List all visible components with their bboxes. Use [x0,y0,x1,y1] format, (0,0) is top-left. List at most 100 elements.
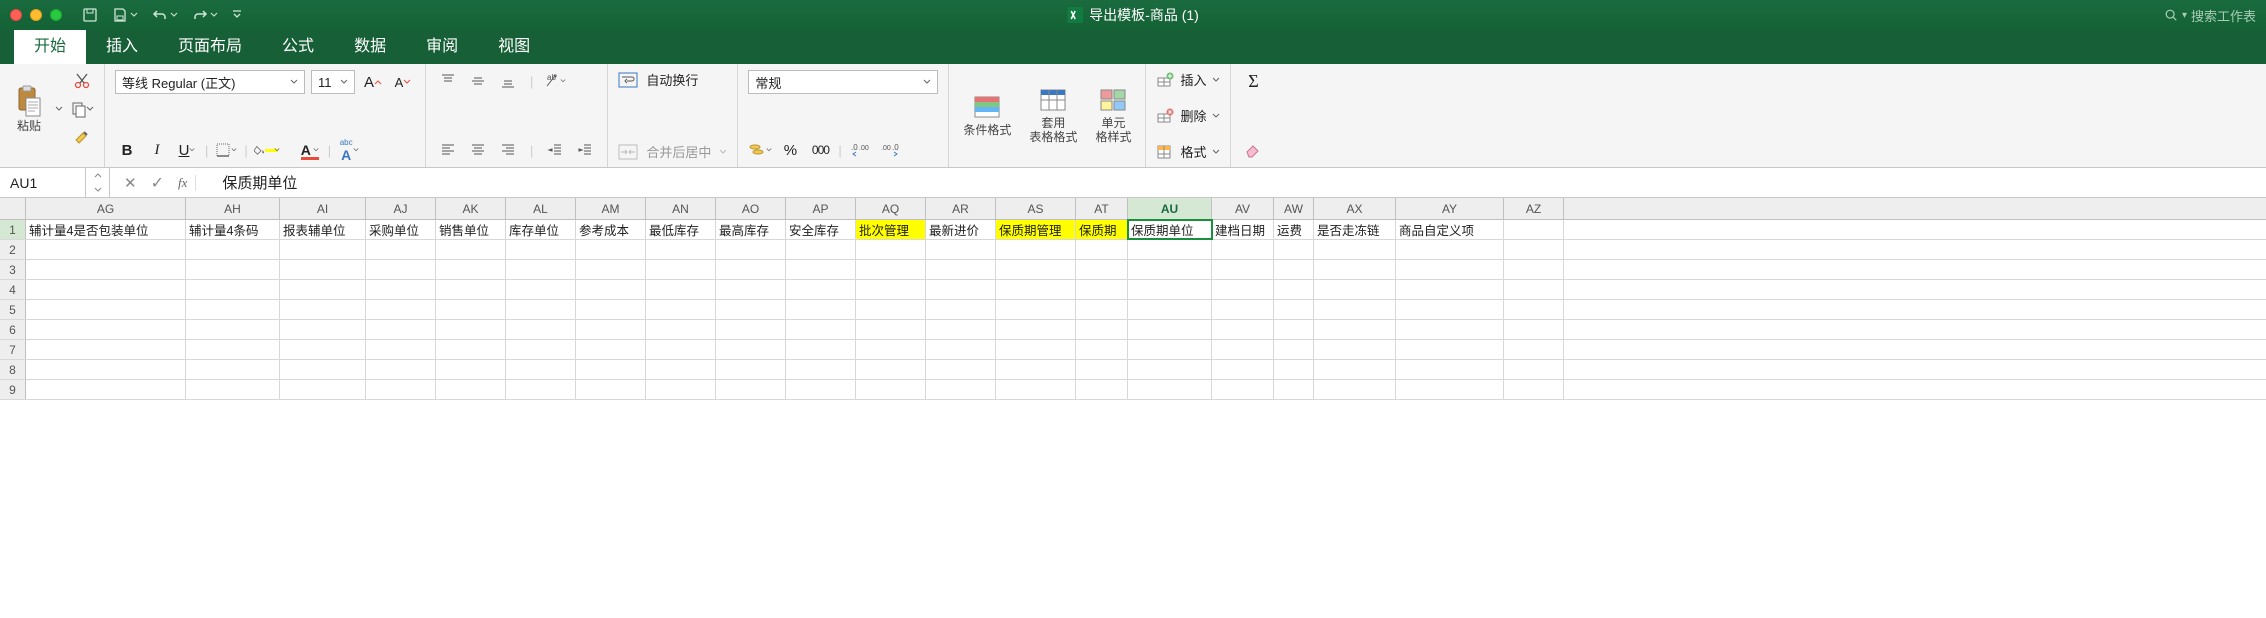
cell-AU4[interactable] [1128,280,1212,299]
cell-AG1[interactable]: 辅计量4是否包装单位 [26,220,186,239]
column-header-AQ[interactable]: AQ [856,198,926,219]
cell-AH7[interactable] [186,340,280,359]
cell-AH6[interactable] [186,320,280,339]
cell-AV1[interactable]: 建档日期 [1212,220,1274,239]
cell-AX7[interactable] [1314,340,1396,359]
cell-AL4[interactable] [506,280,576,299]
column-header-AI[interactable]: AI [280,198,366,219]
cell-AV2[interactable] [1212,240,1274,259]
cell-AQ3[interactable] [856,260,926,279]
autosum-button[interactable]: Σ [1241,70,1265,92]
cell-AP6[interactable] [786,320,856,339]
comma-button[interactable]: 000 [808,139,832,161]
cell-AN2[interactable] [646,240,716,259]
cell-AT7[interactable] [1076,340,1128,359]
column-header-AO[interactable]: AO [716,198,786,219]
column-header-AR[interactable]: AR [926,198,996,219]
row-header-5[interactable]: 5 [0,300,26,319]
cell-AL8[interactable] [506,360,576,379]
cell-AJ3[interactable] [366,260,436,279]
cell-AL1[interactable]: 库存单位 [506,220,576,239]
cell-AO3[interactable] [716,260,786,279]
cell-AO5[interactable] [716,300,786,319]
cell-AU7[interactable] [1128,340,1212,359]
cell-AJ9[interactable] [366,380,436,399]
cell-AN3[interactable] [646,260,716,279]
cell-AM3[interactable] [576,260,646,279]
cell-AK4[interactable] [436,280,506,299]
cell-AS4[interactable] [996,280,1076,299]
cell-AW5[interactable] [1274,300,1314,319]
cell-AT3[interactable] [1076,260,1128,279]
cell-AO1[interactable]: 最高库存 [716,220,786,239]
align-left-button[interactable] [436,139,460,161]
column-header-AH[interactable]: AH [186,198,280,219]
cell-AZ7[interactable] [1504,340,1564,359]
cell-AU5[interactable] [1128,300,1212,319]
cell-AQ8[interactable] [856,360,926,379]
cell-AJ8[interactable] [366,360,436,379]
increase-decimal-button[interactable]: .0.00 [848,139,872,161]
formula-input[interactable]: 保质期单位 [210,172,2266,193]
cell-AJ5[interactable] [366,300,436,319]
cell-AU9[interactable] [1128,380,1212,399]
cell-AZ1[interactable] [1504,220,1564,239]
cell-AY6[interactable] [1396,320,1504,339]
enter-formula-button[interactable]: ✓ [151,173,164,193]
cell-AI7[interactable] [280,340,366,359]
cell-AL3[interactable] [506,260,576,279]
cell-AP4[interactable] [786,280,856,299]
cell-AO6[interactable] [716,320,786,339]
cell-AI6[interactable] [280,320,366,339]
column-header-AX[interactable]: AX [1314,198,1396,219]
cell-AL5[interactable] [506,300,576,319]
tab-formulas[interactable]: 公式 [262,24,334,64]
cell-AT8[interactable] [1076,360,1128,379]
cell-AP3[interactable] [786,260,856,279]
cell-AV3[interactable] [1212,260,1274,279]
copy-button[interactable] [70,98,94,120]
cell-AR7[interactable] [926,340,996,359]
column-header-AW[interactable]: AW [1274,198,1314,219]
cell-AH2[interactable] [186,240,280,259]
cell-AO2[interactable] [716,240,786,259]
cell-AW7[interactable] [1274,340,1314,359]
cell-AQ6[interactable] [856,320,926,339]
cell-AO8[interactable] [716,360,786,379]
format-painter-button[interactable] [70,126,94,148]
cancel-formula-button[interactable]: ✕ [124,174,137,192]
cell-AP9[interactable] [786,380,856,399]
currency-button[interactable] [748,139,772,161]
row-header-3[interactable]: 3 [0,260,26,279]
cell-AQ5[interactable] [856,300,926,319]
delete-cells-button[interactable]: 删除 [1156,106,1220,125]
row-header-9[interactable]: 9 [0,380,26,399]
column-header-AM[interactable]: AM [576,198,646,219]
cell-AS2[interactable] [996,240,1076,259]
cell-AK8[interactable] [436,360,506,379]
cell-styles-button[interactable]: 单元 格样式 [1091,85,1135,145]
row-header-2[interactable]: 2 [0,240,26,259]
cell-AX5[interactable] [1314,300,1396,319]
cell-AW9[interactable] [1274,380,1314,399]
cell-AJ4[interactable] [366,280,436,299]
fx-label[interactable]: fx [178,175,196,191]
cell-AN6[interactable] [646,320,716,339]
clear-button[interactable] [1241,139,1265,161]
cell-AN7[interactable] [646,340,716,359]
cell-AW8[interactable] [1274,360,1314,379]
cell-AT5[interactable] [1076,300,1128,319]
cell-AZ4[interactable] [1504,280,1564,299]
cell-AX6[interactable] [1314,320,1396,339]
cell-AI2[interactable] [280,240,366,259]
font-size-select[interactable]: 11 [311,70,355,94]
autosave-button[interactable] [82,7,98,23]
cell-AM8[interactable] [576,360,646,379]
search-sheet[interactable]: ▾ 搜索工作表 [2164,6,2256,25]
cell-AM7[interactable] [576,340,646,359]
column-header-AT[interactable]: AT [1076,198,1128,219]
cell-AU6[interactable] [1128,320,1212,339]
cell-AR6[interactable] [926,320,996,339]
align-bottom-button[interactable] [496,70,520,92]
column-header-AV[interactable]: AV [1212,198,1274,219]
